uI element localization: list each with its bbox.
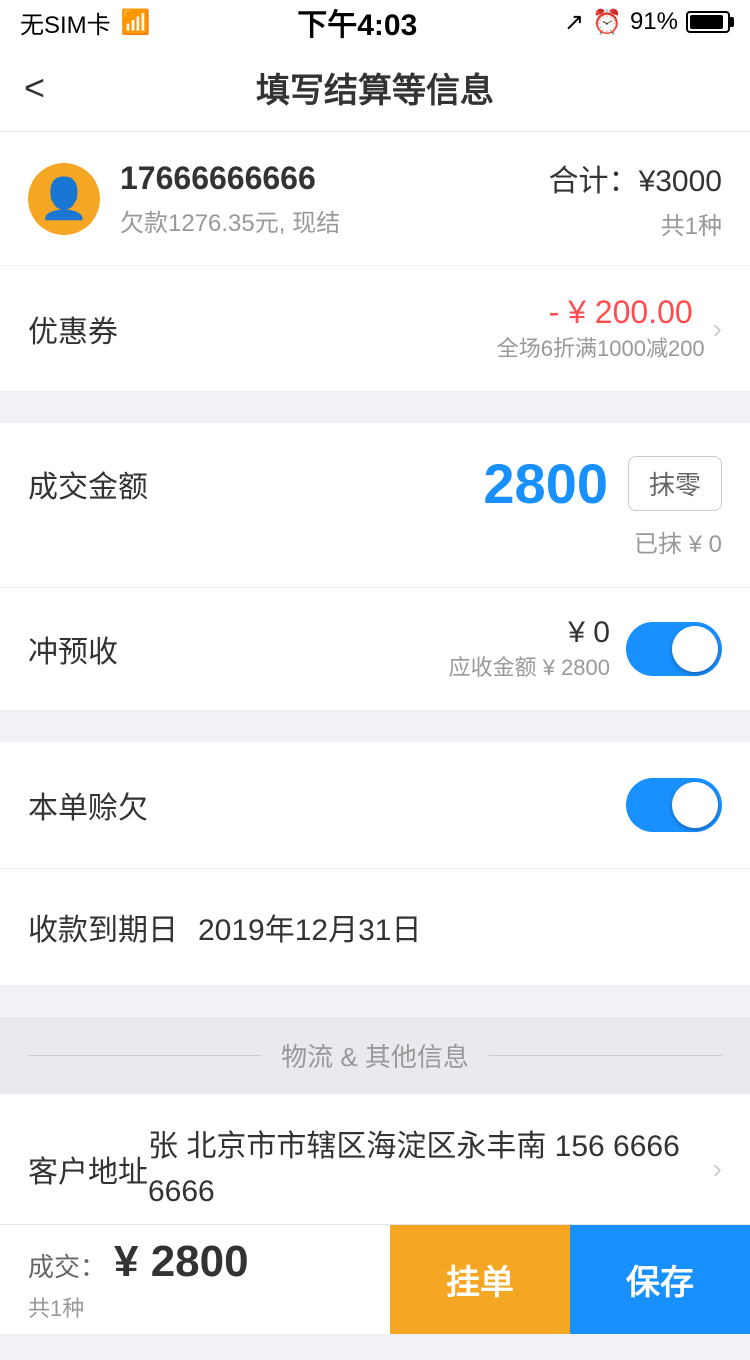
back-button[interactable]: <	[24, 67, 45, 109]
footer-deal-label: 成交：	[28, 1247, 106, 1284]
deal-amount-label: 成交金额	[28, 462, 148, 506]
due-date-label: 收款到期日	[28, 905, 178, 949]
user-info-section: 👤 17666666666 欠款1276.35元, 现结 合计：¥3000 共1…	[0, 132, 750, 391]
status-right: ↗ ⏰ 91%	[564, 8, 730, 37]
coupon-right: - ¥ 200.00 全场6折满1000减200 ›	[497, 294, 722, 363]
status-left: 无SIM卡 📶	[20, 5, 151, 40]
footer-summary: 成交： ¥ 2800 共1种	[0, 1237, 390, 1323]
status-bar: 无SIM卡 📶 下午4:03 ↗ ⏰ 91%	[0, 0, 750, 44]
prepay-amount: ¥ 0	[449, 616, 610, 650]
divider-line-left	[28, 1055, 261, 1056]
prepay-row: 冲预收 ¥ 0 应收金额 ¥ 2800	[0, 587, 750, 710]
coupon-chevron-icon: ›	[713, 313, 722, 345]
credit-toggle[interactable]	[626, 778, 722, 832]
user-phone: 17666666666	[120, 160, 549, 197]
footer-bar: 成交： ¥ 2800 共1种 挂单 保存	[0, 1224, 750, 1334]
save-button[interactable]: 保存	[570, 1225, 750, 1334]
wifi-icon: 📶	[121, 8, 151, 37]
footer-buttons: 挂单 保存	[390, 1225, 750, 1334]
divider-3	[0, 1001, 750, 1017]
divider-1	[0, 407, 750, 423]
divider-2	[0, 726, 750, 742]
battery-percent: 91%	[630, 8, 678, 36]
user-row: 👤 17666666666 欠款1276.35元, 现结 合计：¥3000 共1…	[0, 132, 750, 265]
address-section: 客户地址 张 北京市市辖区海淀区永丰南 156 6666 6666 ›	[0, 1094, 750, 1244]
logistics-divider: 物流 & 其他信息	[0, 1017, 750, 1094]
user-info: 17666666666 欠款1276.35元, 现结	[120, 160, 549, 238]
pending-button[interactable]: 挂单	[390, 1225, 570, 1334]
location-icon: ↗	[564, 8, 584, 37]
divider-line-right	[489, 1055, 722, 1056]
avatar-icon: 👤	[39, 175, 89, 222]
footer-amount: ¥ 2800	[114, 1237, 249, 1287]
footer-count: 共1种	[28, 1291, 362, 1323]
avatar: 👤	[28, 163, 100, 235]
address-value: 张 北京市市辖区海淀区永丰南 156 6666 6666	[148, 1124, 701, 1214]
total-count: 共1种	[549, 206, 722, 241]
user-debt: 欠款1276.35元, 现结	[120, 203, 549, 238]
carrier-label: 无SIM卡	[20, 5, 111, 40]
already-rounded-label: 已抹 ¥ 0	[28, 524, 722, 559]
coupon-desc: 全场6折满1000减200	[497, 331, 705, 363]
credit-row: 本单赊欠	[0, 742, 750, 868]
prepay-sub: 应收金额 ¥ 2800	[449, 650, 610, 682]
coupon-label: 优惠券	[28, 307, 118, 351]
total-amount: 合计：¥3000	[549, 156, 722, 200]
amount-section: 成交金额 2800 抹零 已抹 ¥ 0	[0, 423, 750, 587]
coupon-discount: - ¥ 200.00	[497, 294, 693, 331]
prepay-label: 冲预收	[28, 627, 118, 671]
due-date-row: 收款到期日 2019年12月31日	[0, 868, 750, 985]
battery-icon	[686, 11, 730, 33]
amount-value-wrap: 2800 抹零	[483, 451, 722, 516]
deal-amount-value: 2800	[483, 451, 608, 516]
amount-row: 成交金额 2800 抹零	[28, 451, 722, 516]
credit-toggle-thumb	[672, 782, 718, 828]
prepay-toggle-wrap: ¥ 0 应收金额 ¥ 2800	[449, 616, 722, 682]
user-total: 合计：¥3000 共1种	[549, 156, 722, 241]
round-zero-button[interactable]: 抹零	[628, 456, 722, 511]
credit-section: 本单赊欠 收款到期日 2019年12月31日	[0, 742, 750, 985]
prepay-toggle[interactable]	[626, 622, 722, 676]
deal-amount-section: 成交金额 2800 抹零 已抹 ¥ 0 冲预收 ¥ 0 应收金额 ¥ 2800	[0, 423, 750, 710]
coupon-row[interactable]: 优惠券 - ¥ 200.00 全场6折满1000减200 ›	[0, 265, 750, 391]
page-title: 填写结算等信息	[256, 63, 494, 112]
due-date-value: 2019年12月31日	[198, 905, 421, 949]
alarm-icon: ⏰	[592, 8, 622, 37]
prepay-toggle-thumb	[672, 626, 718, 672]
time-label: 下午4:03	[297, 0, 417, 44]
credit-label: 本单赊欠	[28, 783, 148, 827]
logistics-label: 物流 & 其他信息	[261, 1037, 489, 1074]
address-chevron-icon: ›	[713, 1153, 722, 1185]
nav-bar: < 填写结算等信息	[0, 44, 750, 132]
address-row[interactable]: 客户地址 张 北京市市辖区海淀区永丰南 156 6666 6666 ›	[0, 1094, 750, 1244]
address-label: 客户地址	[28, 1147, 148, 1191]
